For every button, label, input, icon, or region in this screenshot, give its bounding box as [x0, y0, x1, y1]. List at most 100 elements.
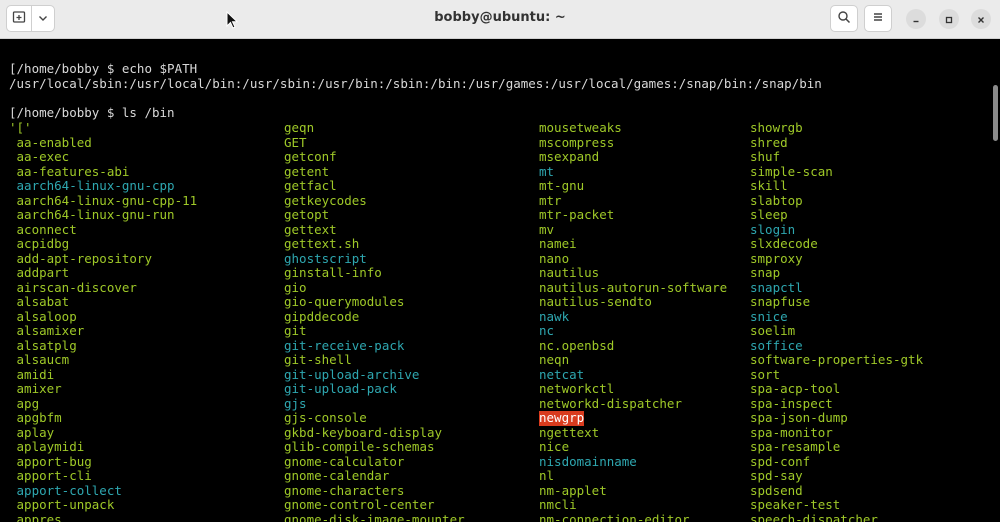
file-entry: alsaucm: [9, 352, 70, 367]
file-entry: getkeycodes: [284, 192, 367, 208]
file-entry: aa-exec: [9, 149, 70, 164]
file-entry: gjs: [284, 395, 307, 411]
file-entry: aplay: [9, 424, 55, 440]
file-entry: shuf: [750, 149, 781, 164]
file-entry: mt-gnu: [539, 178, 585, 193]
file-entry: shred: [750, 134, 788, 150]
file-entry: '[': [9, 120, 32, 135]
file-entry: spa-inspect: [750, 395, 833, 411]
file-entry: nm-connection-editor: [539, 511, 690, 522]
file-entry: netcat: [539, 366, 585, 382]
file-entry: mousetweaks: [539, 120, 622, 135]
search-button[interactable]: [830, 5, 858, 32]
file-entry: alsabat: [9, 294, 70, 309]
file-entry: spd-say: [750, 468, 803, 483]
file-entry: aplaymidi: [9, 439, 85, 454]
file-entry: snapctl: [750, 279, 803, 295]
file-entry: gjs-console: [284, 410, 367, 425]
file-entry: gio-querymodules: [284, 294, 405, 309]
file-entry: gnome-disk-image-mounter: [284, 511, 465, 522]
file-entry: ghostscript: [284, 250, 367, 266]
file-entry: getfacl: [284, 178, 337, 193]
search-icon: [837, 9, 851, 28]
minimize-icon: [911, 10, 921, 29]
file-entry: sleep: [750, 207, 788, 222]
file-entry: alsatplg: [9, 337, 77, 353]
file-entry: nc: [539, 323, 555, 338]
file-entry: apg: [9, 395, 40, 411]
menu-button[interactable]: [864, 5, 892, 32]
file-entry: nano: [539, 250, 570, 266]
file-entry: spa-resample: [750, 439, 841, 454]
command-line-echo: [/home/bobby $ echo $PATH: [9, 61, 198, 76]
file-entry: sort: [750, 366, 781, 382]
file-entry: git: [284, 323, 307, 338]
file-entry: slabtop: [750, 192, 803, 208]
file-entry: snice: [750, 308, 788, 324]
file-entry: getent: [284, 163, 330, 179]
file-entry: nawk: [539, 308, 570, 324]
file-entry: spdsend: [750, 482, 803, 498]
file-entry: nice: [539, 439, 570, 454]
file-entry: git-receive-pack: [284, 337, 405, 353]
close-icon: [976, 10, 986, 29]
file-entry: amixer: [9, 381, 62, 396]
terminal-output[interactable]: [/home/bobby $ echo $PATH /usr/local/sbi…: [0, 39, 1000, 522]
file-entry: git-upload-archive: [284, 366, 420, 382]
close-button[interactable]: [971, 9, 991, 29]
file-entry: aconnect: [9, 221, 77, 237]
file-entry: apport-bug: [9, 453, 92, 469]
file-entry: gio: [284, 279, 307, 295]
file-entry: ngettext: [539, 424, 600, 440]
file-entry: mt: [539, 163, 555, 179]
file-entry: spa-acp-tool: [750, 381, 841, 396]
file-entry: soelim: [750, 323, 796, 338]
file-entry: speech-dispatcher: [750, 511, 878, 522]
file-entry: software-properties-gtk: [750, 352, 924, 367]
title-bar: bobby@ubuntu: ~: [0, 0, 1000, 39]
file-entry: snapfuse: [750, 294, 811, 309]
file-entry: networkd-dispatcher: [539, 395, 682, 411]
file-entry: skill: [750, 178, 788, 193]
file-entry: nmcli: [539, 497, 577, 512]
file-entry: alsamixer: [9, 323, 85, 338]
file-entry: add-apt-repository: [9, 250, 152, 266]
file-entry: gnome-calendar: [284, 468, 390, 483]
file-entry: soffice: [750, 337, 803, 353]
file-entry: gnome-control-center: [284, 497, 435, 512]
file-entry: acpidbg: [9, 236, 70, 251]
ls-column-1: '[' aa-enabled aa-exec aa-features-abi a…: [9, 120, 197, 522]
file-entry: msexpand: [539, 149, 600, 164]
file-entry: gnome-calculator: [284, 453, 405, 469]
file-entry: spd-conf: [750, 453, 811, 469]
file-entry: ginstall-info: [284, 265, 382, 280]
file-entry: aarch64-linux-gnu-run: [9, 207, 175, 222]
maximize-button[interactable]: [939, 9, 959, 29]
file-entry: aa-enabled: [9, 134, 92, 150]
scrollbar[interactable]: [993, 85, 998, 141]
file-entry: newgrp: [539, 410, 585, 426]
file-entry: namei: [539, 236, 577, 251]
file-entry: aarch64-linux-gnu-cpp: [9, 178, 175, 193]
file-entry: spa-monitor: [750, 424, 833, 440]
path-output: /usr/local/sbin:/usr/local/bin:/usr/sbin…: [9, 76, 822, 91]
file-entry: apgbfm: [9, 410, 62, 425]
ls-column-4: showrgb shred shuf simple-scan skill slabtop s…: [750, 120, 924, 522]
file-entry: geqn: [284, 120, 315, 135]
file-entry: getconf: [284, 149, 337, 164]
file-entry: amidi: [9, 366, 55, 382]
minimize-button[interactable]: [906, 9, 926, 29]
file-entry: gettext.sh: [284, 236, 360, 251]
file-entry: nc.openbsd: [539, 337, 615, 353]
file-entry: git-upload-pack: [284, 381, 397, 396]
ls-column-2: geqn GET getconf getent getfacl getkeycodes ge…: [284, 120, 465, 522]
file-entry: airscan-discover: [9, 279, 137, 295]
file-entry: networkctl: [539, 381, 615, 396]
mouse-pointer-icon: [226, 10, 239, 33]
file-entry: mv: [539, 221, 555, 237]
file-entry: nautilus-autorun-software: [539, 279, 728, 295]
file-entry: mtr: [539, 192, 562, 208]
file-entry: nautilus: [539, 265, 600, 280]
file-entry: nl: [539, 468, 555, 483]
file-entry: simple-scan: [750, 163, 833, 179]
